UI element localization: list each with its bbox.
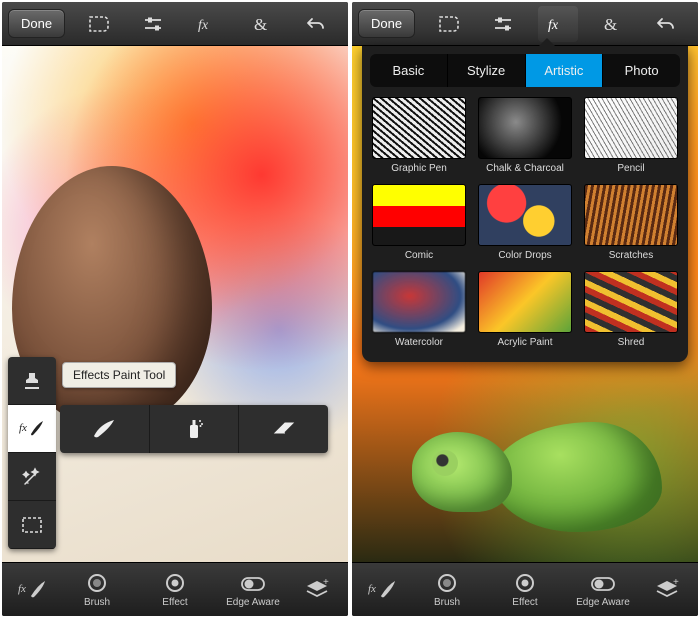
fx-item-label: Color Drops [498,250,551,261]
undo-icon[interactable] [646,6,686,42]
done-button[interactable]: Done [8,9,65,38]
top-toolbar: fx & [423,6,692,42]
topbar: Done fx & [352,2,698,46]
fx-thumbnail [478,271,572,333]
fx-item-label: Pencil [617,163,644,174]
fx-item-pencil[interactable]: Pencil [582,97,680,174]
fx-brush-mode-icon[interactable]: fx [358,578,408,602]
fx-item-label: Comic [405,250,433,261]
undo-icon[interactable] [296,6,336,42]
effect-label: Effect [162,597,187,608]
magic-wand-tool[interactable] [8,453,56,501]
fx-item-shred[interactable]: Shred [582,271,680,348]
fx-tab-stylize[interactable]: Stylize [448,54,526,87]
fx-thumbnail [584,184,678,246]
brush-spray-icon[interactable] [150,405,240,453]
effect-button[interactable]: Effect [136,571,214,608]
bottom-toolbar: fx Brush Effect Edge Aware + [2,562,348,616]
fx-thumbnail [584,97,678,159]
fx-item-label: Watercolor [395,337,443,348]
ampersand-icon[interactable]: & [242,6,282,42]
screen-right: Done fx & BasicStylizeArt [352,2,698,616]
fx-tab-photo[interactable]: Photo [603,54,680,87]
marquee-tool[interactable] [8,501,56,549]
fx-item-scratches[interactable]: Scratches [582,184,680,261]
layers-icon[interactable]: + [292,578,342,602]
fx-brush-mode-icon[interactable]: fx [8,578,58,602]
fx-item-graphic-pen[interactable]: Graphic Pen [370,97,468,174]
fx-paint-tool[interactable]: fx [8,405,56,453]
fx-item-acrylic-paint[interactable]: Acrylic Paint [476,271,574,348]
svg-text:&: & [604,15,617,34]
edge-aware-button[interactable]: Edge Aware [564,571,642,608]
brush-label: Brush [84,597,110,608]
tool-tooltip: Effects Paint Tool [62,362,176,388]
stamp-tool[interactable] [8,357,56,405]
fx-thumbnail [372,97,466,159]
selection-icon[interactable] [79,6,119,42]
chameleon-subject [412,382,672,542]
brush-paint-icon[interactable] [60,405,150,453]
svg-text:fx: fx [368,583,376,595]
fx-panel-pointer-icon [538,38,556,47]
ampersand-icon[interactable]: & [592,6,632,42]
svg-text:+: + [323,578,329,588]
brush-button[interactable]: Brush [408,571,486,608]
brush-button[interactable]: Brush [58,571,136,608]
fx-item-label: Acrylic Paint [497,337,552,348]
fx-icon[interactable]: fx [188,6,228,42]
svg-text:fx: fx [19,422,27,434]
fx-item-label: Scratches [609,250,653,261]
effect-button[interactable]: Effect [486,571,564,608]
edge-aware-label: Edge Aware [226,597,280,608]
fx-item-chalk-charcoal[interactable]: Chalk & Charcoal [476,97,574,174]
fx-item-label: Chalk & Charcoal [486,163,564,174]
side-tool-palette: fx [8,357,56,549]
fx-item-comic[interactable]: Comic [370,184,468,261]
svg-text:fx: fx [198,18,209,33]
svg-text:&: & [254,15,267,34]
fx-thumbnail [372,184,466,246]
fx-item-color-drops[interactable]: Color Drops [476,184,574,261]
fx-effects-grid: Graphic Pen Chalk & Charcoal Pencil Comic Co… [370,97,680,348]
adjust-icon[interactable] [133,6,173,42]
top-toolbar: fx & [73,6,342,42]
fx-thumbnail [372,271,466,333]
brush-label: Brush [434,597,460,608]
fx-tab-artistic[interactable]: Artistic [526,54,604,87]
fx-item-label: Shred [618,337,645,348]
fx-thumbnail [478,184,572,246]
fx-tab-basic[interactable]: Basic [370,54,448,87]
svg-text:fx: fx [548,18,559,33]
fx-icon[interactable]: fx [538,6,578,42]
adjust-icon[interactable] [483,6,523,42]
layers-icon[interactable]: + [642,578,692,602]
screen-left: Done fx & fx [2,2,348,616]
fx-item-label: Graphic Pen [391,163,447,174]
svg-text:fx: fx [18,583,26,595]
fx-tabs: BasicStylizeArtisticPhoto [370,54,680,87]
fx-item-watercolor[interactable]: Watercolor [370,271,468,348]
brush-options [60,405,328,453]
topbar: Done fx & [2,2,348,46]
edge-aware-label: Edge Aware [576,597,630,608]
brush-eraser-icon[interactable] [239,405,328,453]
effect-label: Effect [512,597,537,608]
fx-thumbnail [478,97,572,159]
selection-icon[interactable] [429,6,469,42]
bottom-toolbar: fx Brush Effect Edge Aware + [352,562,698,616]
done-button[interactable]: Done [358,9,415,38]
svg-text:+: + [673,578,679,588]
edge-aware-button[interactable]: Edge Aware [214,571,292,608]
fx-thumbnail [584,271,678,333]
fx-panel: BasicStylizeArtisticPhoto Graphic Pen Cha… [362,46,688,362]
